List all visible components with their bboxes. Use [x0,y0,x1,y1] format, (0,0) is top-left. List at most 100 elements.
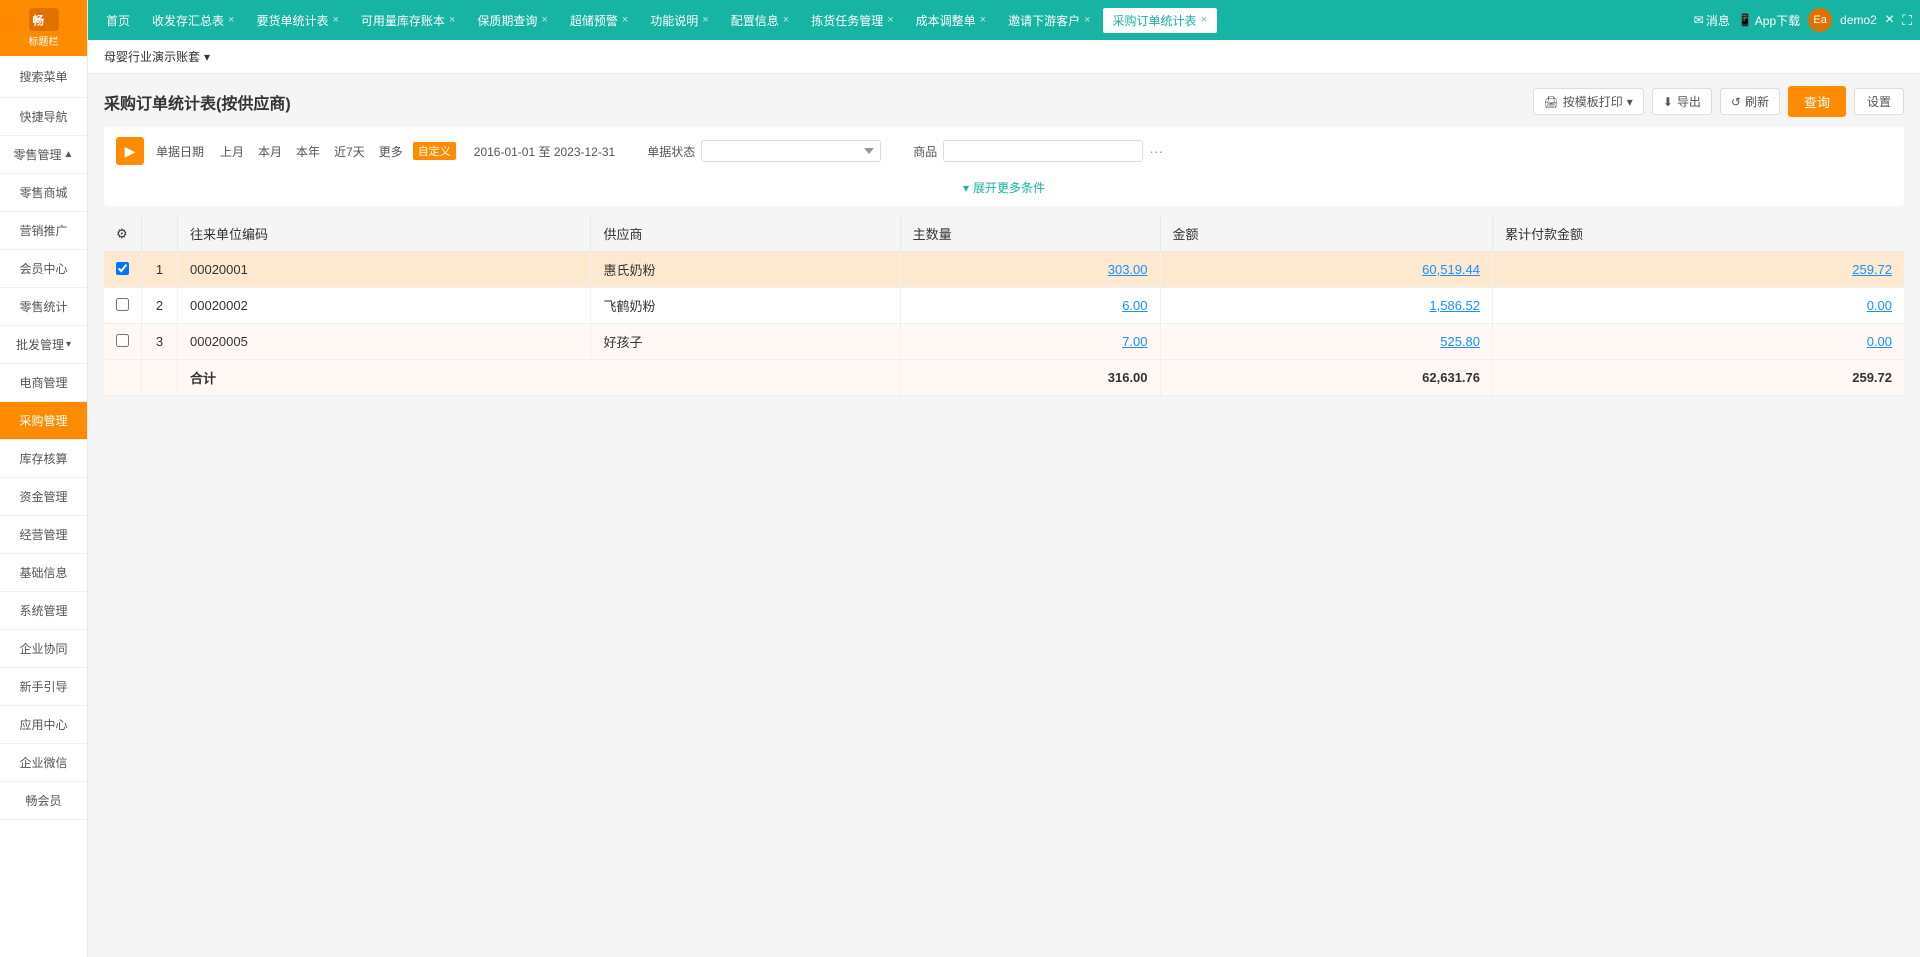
tab-close-icon[interactable]: × [622,14,628,26]
sidebar-item-retail-stats[interactable]: 零售统计 [0,288,87,326]
page-title-text: 采购订单统计表(按供应商) [104,90,291,114]
shortcut-7days[interactable]: 近7天 [330,141,369,162]
filter-toggle-button[interactable]: ▶ [116,137,144,165]
row-code: 00020002 [178,288,591,324]
sidebar-item-wechat-work[interactable]: 企业微信 [0,744,87,782]
tab-zhihuorenwu[interactable]: 拣货任务管理 × [801,8,903,33]
refresh-button[interactable]: ↺ 刷新 [1720,88,1780,115]
tab-yaoqingxiayou[interactable]: 邀请下游客户 × [998,8,1100,33]
app-logo: 畅 标题栏 [0,0,87,56]
more-options-icon[interactable]: ··· [1149,143,1163,159]
shortcut-this-month[interactable]: 本月 [254,141,286,162]
table-header-row: ⚙ 往来单位编码 供应商 主数量 金额 累计付款金额 [104,216,1904,252]
sidebar-item-label: 资金管理 [19,488,67,505]
window-fullscreen-button[interactable]: ⛶ [1902,12,1912,29]
logo-text: 标题栏 [29,33,59,48]
sidebar-item-label: 电商管理 [19,374,67,391]
topbar: 首页 收发存汇总表 × 要货单统计表 × 可用量库存账本 × 保质期查询 × 超… [88,0,1920,40]
custom-date-tag[interactable]: 自定义 [413,142,456,160]
sidebar-item-retail-shop[interactable]: 零售商城 [0,174,87,212]
tab-yaohuo[interactable]: 要货单统计表 × [246,8,348,33]
sidebar-item-marketing[interactable]: 营销推广 [0,212,87,250]
quick-nav-label[interactable]: 快捷导航 [8,104,79,129]
row-checkbox[interactable] [104,324,142,360]
tab-home[interactable]: 首页 [96,8,140,33]
sidebar-item-vip[interactable]: 畅会员 [0,782,87,820]
tab-keyongliang[interactable]: 可用量库存账本 × [351,8,465,33]
account-dropdown[interactable]: 母婴行业演示账套 ▾ [104,48,210,65]
tab-close-icon[interactable]: × [1201,14,1207,26]
tab-close-icon[interactable]: × [980,14,986,26]
query-button[interactable]: 查询 [1788,86,1846,117]
tab-close-icon[interactable]: × [783,14,789,26]
sidebar-item-label: 会员中心 [19,260,67,277]
chevron-down-icon: ▾ [1627,95,1633,109]
message-button[interactable]: ✉ 消息 [1694,12,1730,29]
sidebar-item-operation[interactable]: 经营管理 [0,516,87,554]
page-header: 采购订单统计表(按供应商) 🖨 按模板打印 ▾ ⬇ 导出 ↺ 刷新 查询 [104,86,1904,117]
app-download-button[interactable]: 📱 App下载 [1738,12,1800,29]
status-select[interactable] [701,140,881,162]
user-avatar[interactable]: Ea [1808,8,1832,32]
tab-close-icon[interactable]: × [449,14,455,26]
tab-shoufahuihui[interactable]: 收发存汇总表 × [142,8,244,33]
sidebar-item-app-center[interactable]: 应用中心 [0,706,87,744]
expand-more-button[interactable]: ▾ 展开更多条件 [963,179,1045,196]
sidebar-item-label: 批发管理 [16,336,64,353]
row-checkbox[interactable] [104,252,142,288]
user-name[interactable]: demo2 [1840,13,1877,27]
sidebar-item-wholesale[interactable]: 批发管理 ▾ [0,326,87,364]
settings-button[interactable]: 设置 [1854,88,1904,115]
tab-close-icon[interactable]: × [702,14,708,26]
sidebar-item-label: 零售商城 [19,184,67,201]
sidebar-item-stock[interactable]: 库存核算 [0,440,87,478]
tab-label: 超储预警 [570,12,618,29]
th-paid: 累计付款金额 [1493,216,1904,252]
tab-chaochuyujing[interactable]: 超储预警 × [560,8,638,33]
sidebar-item-member[interactable]: 会员中心 [0,250,87,288]
row-amount: 525.80 [1160,324,1493,360]
shortcut-last-month[interactable]: 上月 [216,141,248,162]
th-qty: 主数量 [900,216,1160,252]
tab-baozhi[interactable]: 保质期查询 × [467,8,557,33]
sidebar-item-ecommerce[interactable]: 电商管理 [0,364,87,402]
th-settings[interactable]: ⚙ [104,216,142,252]
tab-gongneng[interactable]: 功能说明 × [640,8,718,33]
shortcut-this-year[interactable]: 本年 [292,141,324,162]
sidebar-item-label: 经营管理 [19,526,67,543]
tab-close-icon[interactable]: × [887,14,893,26]
sidebar-item-system[interactable]: 系统管理 [0,592,87,630]
row-qty: 303.00 [900,252,1160,288]
sidebar-item-retail[interactable]: 零售管理 ▲ [0,136,87,174]
print-button[interactable]: 🖨 按模板打印 ▾ [1533,88,1644,115]
header-bar: 母婴行业演示账套 ▾ [88,40,1920,74]
svg-text:畅: 畅 [32,13,44,27]
tab-caigoudingtong[interactable]: 采购订单统计表 × [1103,8,1217,33]
tab-chengbentiaozhen[interactable]: 成本调整单 × [906,8,996,33]
tab-peizhi[interactable]: 配置信息 × [721,8,799,33]
sidebar-item-newbie[interactable]: 新手引导 [0,668,87,706]
sidebar-item-finance[interactable]: 资金管理 [0,478,87,516]
row-index: 2 [142,288,178,324]
tab-close-icon[interactable]: × [332,14,338,26]
row-checkbox[interactable] [104,288,142,324]
goods-search-input[interactable] [943,140,1143,162]
export-button[interactable]: ⬇ 导出 [1652,88,1712,115]
row-qty: 6.00 [900,288,1160,324]
sidebar-item-purchase[interactable]: 采购管理 [0,402,87,440]
tab-close-icon[interactable]: × [541,14,547,26]
refresh-icon: ↺ [1731,95,1741,109]
sidebar-item-label: 营销推广 [19,222,67,239]
tab-label: 拣货任务管理 [811,12,883,29]
sidebar-item-basic[interactable]: 基础信息 [0,554,87,592]
tab-close-icon[interactable]: × [1084,14,1090,26]
search-menu-label[interactable]: 搜索菜单 [6,64,81,89]
sidebar-item-label: 零售管理 [14,146,62,163]
quick-nav-section: 快捷导航 [0,98,87,136]
sidebar-item-enterprise[interactable]: 企业协同 [0,630,87,668]
window-close-button[interactable]: × [1885,11,1894,29]
tab-close-icon[interactable]: × [228,14,234,26]
arrow-right-icon: ▶ [125,143,136,160]
shortcut-more[interactable]: 更多 [375,141,407,162]
sidebar-item-label: 新手引导 [19,678,67,695]
